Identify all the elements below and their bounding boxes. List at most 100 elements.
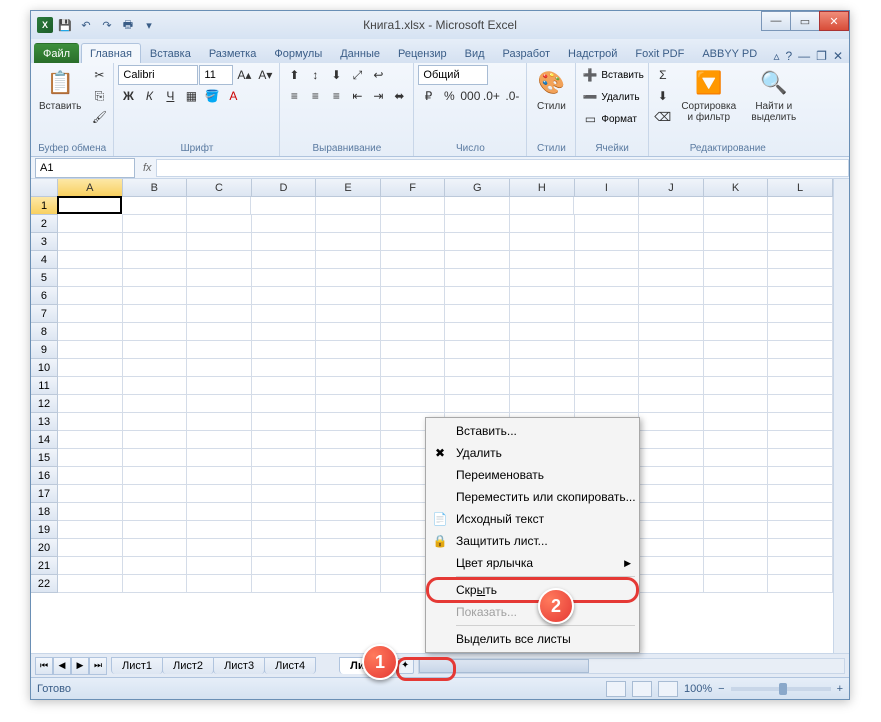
- merge-button[interactable]: ⬌: [389, 86, 409, 106]
- cell-L21[interactable]: [768, 557, 833, 575]
- cell-D20[interactable]: [252, 539, 317, 557]
- cell-D9[interactable]: [252, 341, 317, 359]
- border-button[interactable]: ▦: [181, 86, 201, 106]
- row-header-7[interactable]: 7: [31, 305, 58, 323]
- cell-D12[interactable]: [252, 395, 317, 413]
- cell-A21[interactable]: [58, 557, 123, 575]
- cell-H2[interactable]: [510, 215, 575, 233]
- font-name-combo[interactable]: Calibri: [118, 65, 198, 85]
- cell-A7[interactable]: [58, 305, 123, 323]
- cell-K7[interactable]: [704, 305, 769, 323]
- cell-B6[interactable]: [123, 287, 188, 305]
- cell-K12[interactable]: [704, 395, 769, 413]
- cell-B8[interactable]: [123, 323, 188, 341]
- cell-A14[interactable]: [58, 431, 123, 449]
- ctx-rename[interactable]: Переименовать: [428, 464, 637, 486]
- cell-B15[interactable]: [123, 449, 188, 467]
- formula-input[interactable]: [156, 159, 849, 177]
- insert-cells-button[interactable]: Вставить: [601, 70, 643, 81]
- row-header-3[interactable]: 3: [31, 233, 58, 251]
- align-top-button[interactable]: ⬆: [284, 65, 304, 85]
- workbook-close-button[interactable]: ✕: [833, 49, 843, 63]
- ctx-protect[interactable]: 🔒Защитить лист...: [428, 530, 637, 552]
- cell-B21[interactable]: [123, 557, 188, 575]
- row-header-22[interactable]: 22: [31, 575, 58, 593]
- cell-L13[interactable]: [768, 413, 833, 431]
- cell-H11[interactable]: [510, 377, 575, 395]
- view-normal-button[interactable]: [606, 681, 626, 697]
- cell-E14[interactable]: [316, 431, 381, 449]
- cell-G5[interactable]: [445, 269, 510, 287]
- cell-D2[interactable]: [252, 215, 317, 233]
- align-left-button[interactable]: ≡: [284, 86, 304, 106]
- format-cells-button[interactable]: Формат: [601, 114, 637, 125]
- orientation-button[interactable]: ⤢: [347, 65, 367, 85]
- decrease-decimal-button[interactable]: .0-: [502, 86, 522, 106]
- cell-L1[interactable]: [768, 197, 833, 215]
- cell-H7[interactable]: [510, 305, 575, 323]
- cell-K17[interactable]: [704, 485, 769, 503]
- cell-C19[interactable]: [187, 521, 252, 539]
- cell-C17[interactable]: [187, 485, 252, 503]
- column-header-B[interactable]: B: [123, 179, 188, 197]
- cell-F6[interactable]: [381, 287, 446, 305]
- cell-D15[interactable]: [252, 449, 317, 467]
- cell-C22[interactable]: [187, 575, 252, 593]
- paste-button[interactable]: 📋 Вставить: [35, 65, 85, 114]
- cell-E13[interactable]: [316, 413, 381, 431]
- cell-C11[interactable]: [187, 377, 252, 395]
- ctx-hide[interactable]: Скрыть: [428, 579, 637, 601]
- cell-D7[interactable]: [252, 305, 317, 323]
- help-button[interactable]: ?: [785, 49, 792, 63]
- cell-C14[interactable]: [187, 431, 252, 449]
- cell-B11[interactable]: [123, 377, 188, 395]
- cell-F4[interactable]: [381, 251, 446, 269]
- tab-foxit[interactable]: Foxit PDF: [626, 43, 693, 63]
- cell-K15[interactable]: [704, 449, 769, 467]
- cell-L5[interactable]: [768, 269, 833, 287]
- column-header-K[interactable]: K: [704, 179, 769, 197]
- format-painter-button[interactable]: 🖌: [89, 107, 109, 127]
- cell-B3[interactable]: [123, 233, 188, 251]
- cell-D11[interactable]: [252, 377, 317, 395]
- cut-button[interactable]: ✂: [89, 65, 109, 85]
- cell-C10[interactable]: [187, 359, 252, 377]
- name-box[interactable]: A1: [35, 158, 135, 178]
- cell-H5[interactable]: [510, 269, 575, 287]
- cell-H1[interactable]: [510, 197, 575, 215]
- cell-E2[interactable]: [316, 215, 381, 233]
- row-header-17[interactable]: 17: [31, 485, 58, 503]
- h-scroll-thumb[interactable]: [419, 659, 589, 673]
- cell-D13[interactable]: [252, 413, 317, 431]
- cell-E1[interactable]: [316, 197, 381, 215]
- cell-B1[interactable]: [122, 197, 187, 215]
- cell-A4[interactable]: [58, 251, 123, 269]
- cell-E5[interactable]: [316, 269, 381, 287]
- cell-J3[interactable]: [639, 233, 704, 251]
- cell-L3[interactable]: [768, 233, 833, 251]
- cell-K21[interactable]: [704, 557, 769, 575]
- cell-B2[interactable]: [123, 215, 188, 233]
- cell-L20[interactable]: [768, 539, 833, 557]
- cell-F9[interactable]: [381, 341, 446, 359]
- cell-F7[interactable]: [381, 305, 446, 323]
- cell-E7[interactable]: [316, 305, 381, 323]
- row-header-4[interactable]: 4: [31, 251, 58, 269]
- cell-G8[interactable]: [445, 323, 510, 341]
- sheet-nav-first[interactable]: ⏮: [35, 657, 53, 675]
- cell-A3[interactable]: [58, 233, 123, 251]
- column-header-F[interactable]: F: [381, 179, 446, 197]
- ctx-delete[interactable]: ✖Удалить: [428, 442, 637, 464]
- cell-K5[interactable]: [704, 269, 769, 287]
- tab-view[interactable]: Вид: [456, 43, 494, 63]
- cell-E4[interactable]: [316, 251, 381, 269]
- cell-I3[interactable]: [575, 233, 640, 251]
- cell-F8[interactable]: [381, 323, 446, 341]
- column-header-G[interactable]: G: [445, 179, 510, 197]
- cell-C1[interactable]: [187, 197, 252, 215]
- view-pagebreak-button[interactable]: [658, 681, 678, 697]
- cell-K1[interactable]: [704, 197, 769, 215]
- vertical-scrollbar[interactable]: [833, 179, 849, 653]
- underline-button[interactable]: Ч: [160, 86, 180, 106]
- maximize-button[interactable]: ▭: [790, 11, 820, 31]
